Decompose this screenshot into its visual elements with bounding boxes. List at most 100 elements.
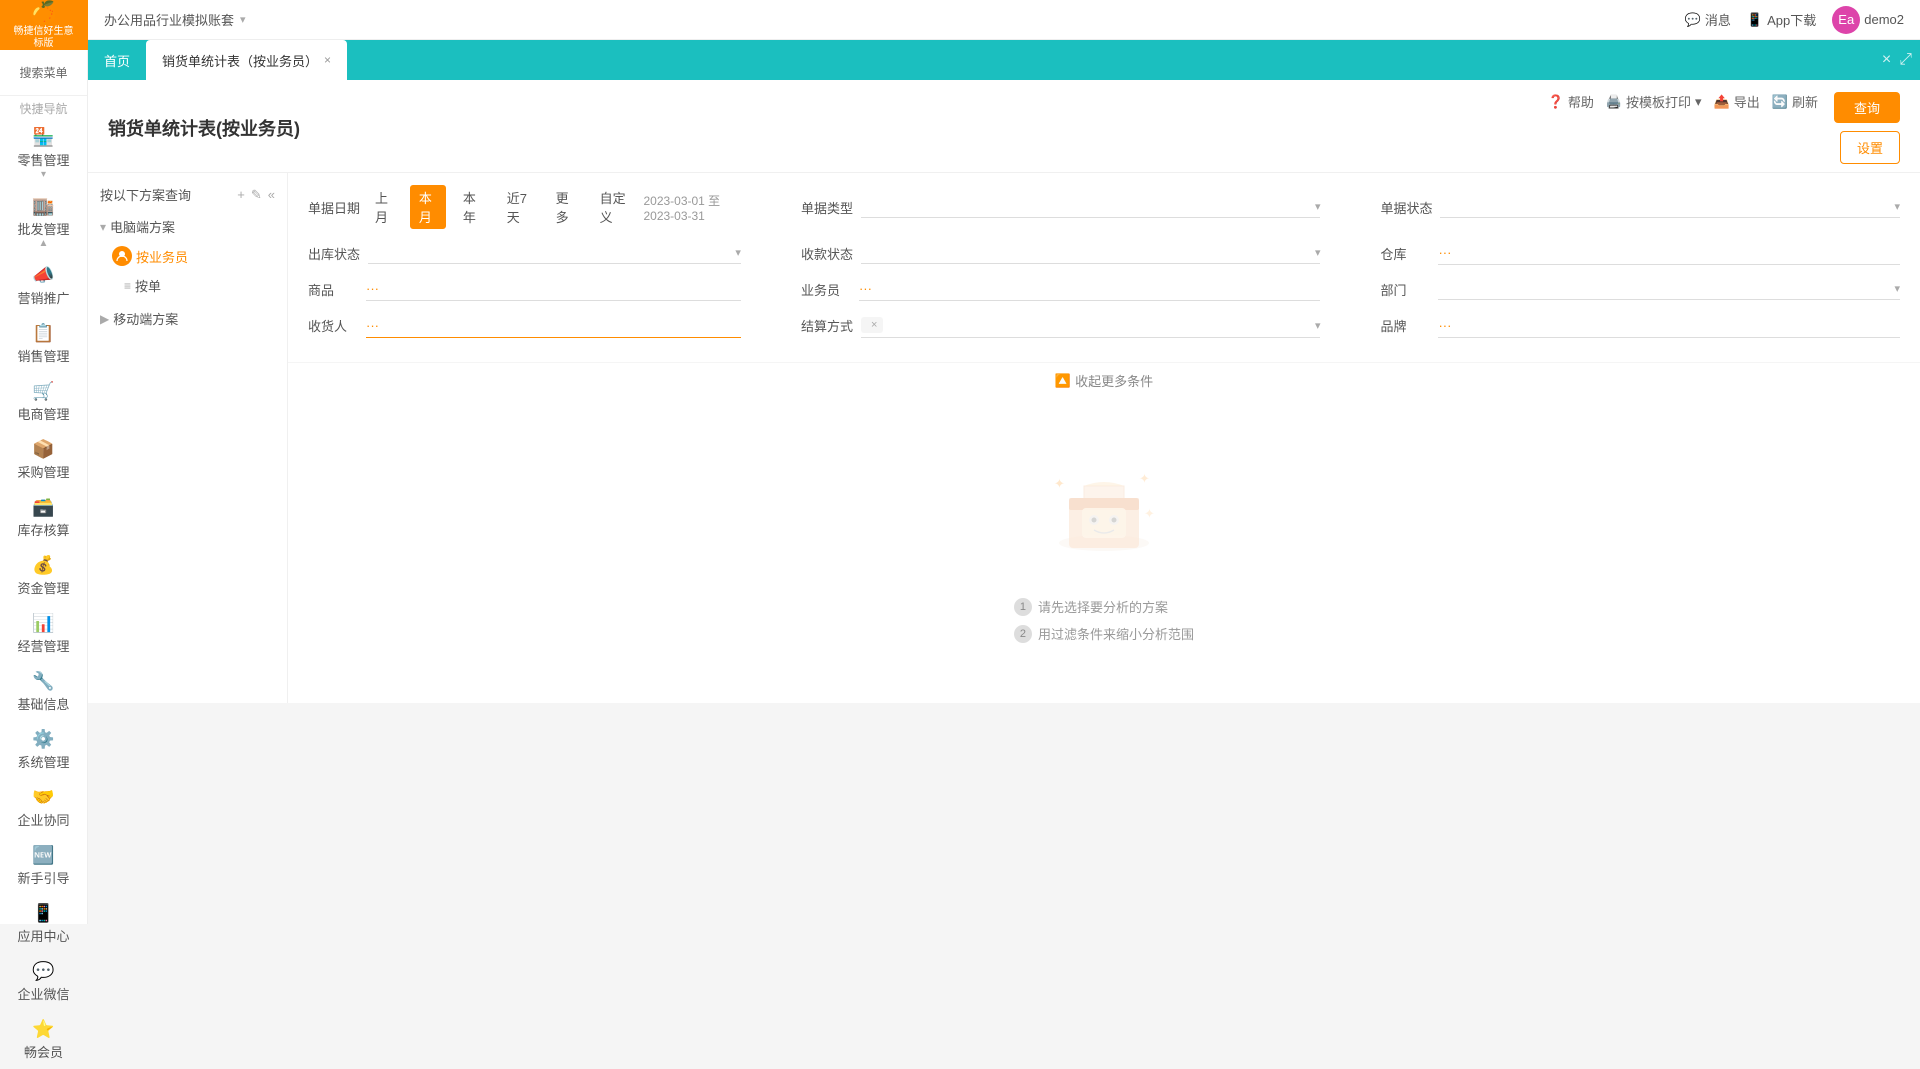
help-btn[interactable]: ❓ 帮助: [1548, 92, 1594, 111]
payment-status-chevron: ▾: [1315, 246, 1321, 259]
date-btn-last-month[interactable]: 上月: [366, 185, 402, 229]
avatar-text: Ea: [1838, 12, 1854, 27]
payment-status-select[interactable]: ▾: [861, 242, 1321, 264]
filter-receiver: 收货人 ···: [308, 314, 741, 338]
date-btn-last-7days[interactable]: 近7天: [498, 185, 539, 229]
brand-input[interactable]: ···: [1438, 314, 1900, 338]
sidebar-item-operations[interactable]: 📊 经营管理: [0, 605, 87, 663]
tab-active[interactable]: 销货单统计表（按业务员） ×: [146, 40, 347, 80]
tab-home[interactable]: 首页: [88, 40, 146, 80]
filter-row-2: 出库状态 ▾ 收款状态 ▾: [308, 241, 1900, 265]
hint-text-2: 用过滤条件来缩小分析范围: [1038, 624, 1194, 643]
sidebar-item-basic-label: 基础信息: [17, 694, 69, 713]
ecommerce-icon: 🛒: [32, 381, 54, 402]
tabbar: 首页 销货单统计表（按业务员） × × ⤢: [88, 40, 1920, 80]
wechat-icon: 💬: [32, 961, 54, 982]
receiver-input[interactable]: ···: [366, 314, 741, 338]
settings-button[interactable]: 设置: [1840, 131, 1900, 164]
filter-warehouse: 仓库 ···: [1380, 241, 1900, 265]
tab-close-window-btn[interactable]: ×: [1882, 51, 1891, 69]
sidebar-item-finance[interactable]: 💰 资金管理: [0, 547, 87, 605]
date-filter-buttons: 上月 本月 本年 近7天 更多 自定义 2023-03-01 至 2023-03…: [366, 185, 741, 229]
empty-hint-2: 2 用过滤条件来缩小分析范围: [1014, 624, 1194, 643]
left-panel-actions: + ✎ «: [237, 187, 275, 203]
search-menu-btn[interactable]: 搜索菜单: [11, 60, 75, 85]
sidebar-item-marketing[interactable]: 📣 营销推广: [0, 257, 87, 315]
order-type-chevron: ▾: [1315, 200, 1321, 213]
sidebar-item-member[interactable]: ⭐ 畅会员: [0, 1011, 87, 1069]
empty-illustration: ✦ ✦ ✦: [1044, 458, 1164, 577]
export-btn[interactable]: 📤 导出: [1714, 92, 1760, 111]
right-panel: 单据日期 上月 本月 本年 近7天 更多 自定义 2023-03-01 至 20…: [288, 173, 1920, 703]
collapse-panel-btn[interactable]: «: [268, 187, 275, 203]
order-scheme-label: 按单: [135, 276, 161, 295]
order-status-select[interactable]: ▾: [1440, 196, 1900, 218]
salesperson-filter-label: 业务员: [801, 280, 851, 299]
date-btn-this-year[interactable]: 本年: [454, 185, 490, 229]
page-header: 销货单统计表(按业务员) ❓ 帮助 🖨️ 按模板打印 ▾ �: [88, 80, 1920, 173]
payment-status-label: 收款状态: [801, 244, 853, 263]
sidebar-item-marketing-label: 营销推广: [17, 288, 69, 307]
salesperson-input[interactable]: ···: [859, 277, 1321, 301]
breadcrumb: 办公用品行业模拟账套 ▾: [104, 10, 1685, 29]
goods-input[interactable]: ···: [366, 277, 741, 301]
date-label: 单据日期: [308, 198, 358, 217]
sidebar-item-ecommerce[interactable]: 🛒 电商管理: [0, 373, 87, 431]
order-type-select[interactable]: ▾: [861, 196, 1321, 218]
date-btn-more[interactable]: 更多: [547, 185, 583, 229]
message-btn[interactable]: 💬 消息: [1685, 10, 1731, 29]
tree-item-by-salesperson[interactable]: 按业务员: [88, 241, 287, 271]
print-btn[interactable]: 🖨️ 按模板打印 ▾: [1606, 92, 1702, 111]
sidebar-item-enterprise[interactable]: 🤝 企业协同: [0, 779, 87, 837]
warehouse-input[interactable]: ···: [1438, 241, 1900, 265]
sidebar-item-system[interactable]: ⚙️ 系统管理: [0, 721, 87, 779]
sidebar-item-inventory[interactable]: 🗃️ 库存核算: [0, 489, 87, 547]
breadcrumb-dropdown-icon[interactable]: ▾: [240, 13, 246, 26]
payment-method-select[interactable]: × ▾: [861, 313, 1321, 338]
tab-close-btn[interactable]: ×: [324, 53, 331, 67]
empty-state: ✦ ✦ ✦ 1 请先选择要分析的方案 2: [288, 398, 1920, 703]
page-title: 销货单统计表(按业务员): [108, 115, 300, 141]
tree-item-by-order[interactable]: ≡ 按单: [88, 271, 287, 300]
sidebar-item-wechat[interactable]: 💬 企业微信: [0, 953, 87, 1011]
sidebar-item-purchase[interactable]: 📦 采购管理: [0, 431, 87, 489]
filter-salesperson: 业务员 ···: [801, 277, 1321, 301]
sidebar-item-retail[interactable]: 🏪 零售管理 ▾: [0, 119, 87, 188]
help-icon: ❓: [1548, 94, 1564, 110]
inventory-icon: 🗃️: [32, 497, 54, 518]
svg-text:✦: ✦: [1054, 476, 1065, 491]
tab-maximize-btn[interactable]: ⤢: [1899, 51, 1912, 69]
retail-caret: ▾: [41, 169, 46, 180]
payment-tag-close-btn[interactable]: ×: [871, 319, 877, 331]
date-btn-custom[interactable]: 自定义: [591, 185, 636, 229]
date-btn-this-month[interactable]: 本月: [410, 185, 446, 229]
empty-hints: 1 请先选择要分析的方案 2 用过滤条件来缩小分析范围: [1014, 597, 1194, 643]
receiver-label: 收货人: [308, 316, 358, 335]
refresh-btn[interactable]: 🔄 刷新: [1772, 92, 1818, 111]
sidebar-item-sales[interactable]: 📋 销售管理: [0, 315, 87, 373]
export-label: 导出: [1734, 92, 1760, 111]
sidebar-item-guide[interactable]: 🆕 新手引导: [0, 837, 87, 895]
sidebar-item-appstore-label: 应用中心: [17, 926, 69, 945]
sidebar-item-basic[interactable]: 🔧 基础信息: [0, 663, 87, 721]
filter-area: 单据日期 上月 本月 本年 近7天 更多 自定义 2023-03-01 至 20…: [288, 173, 1920, 362]
sidebar-item-wholesale[interactable]: 🏬 批发管理 ▲: [0, 188, 87, 257]
edit-scheme-btn[interactable]: ✎: [251, 187, 262, 203]
tree-section-mobile: ▶ 移动端方案: [88, 304, 287, 333]
department-select[interactable]: ▾: [1438, 278, 1900, 300]
query-button[interactable]: 查询: [1834, 92, 1900, 123]
salesperson-label-wrapper: 按业务员: [112, 246, 188, 266]
username-label: demo2: [1864, 12, 1904, 27]
app-download-btn[interactable]: 📱 App下载: [1747, 10, 1816, 29]
filter-brand: 品牌 ···: [1380, 314, 1900, 338]
user-menu-btn[interactable]: Ea demo2: [1832, 6, 1904, 34]
logo[interactable]: 🍊 畅捷信好生意标版: [0, 0, 88, 50]
sidebar-item-appstore[interactable]: 📱 应用中心: [0, 895, 87, 953]
out-status-select[interactable]: ▾: [368, 242, 741, 264]
purchase-icon: 📦: [32, 439, 54, 460]
add-scheme-btn[interactable]: +: [237, 187, 245, 203]
order-status-label: 单据状态: [1380, 198, 1432, 217]
collapse-bar[interactable]: 🔼 收起更多条件: [288, 362, 1920, 398]
page: 销货单统计表(按业务员) ❓ 帮助 🖨️ 按模板打印 ▾ �: [88, 80, 1920, 703]
empty-svg: ✦ ✦ ✦: [1044, 458, 1164, 558]
